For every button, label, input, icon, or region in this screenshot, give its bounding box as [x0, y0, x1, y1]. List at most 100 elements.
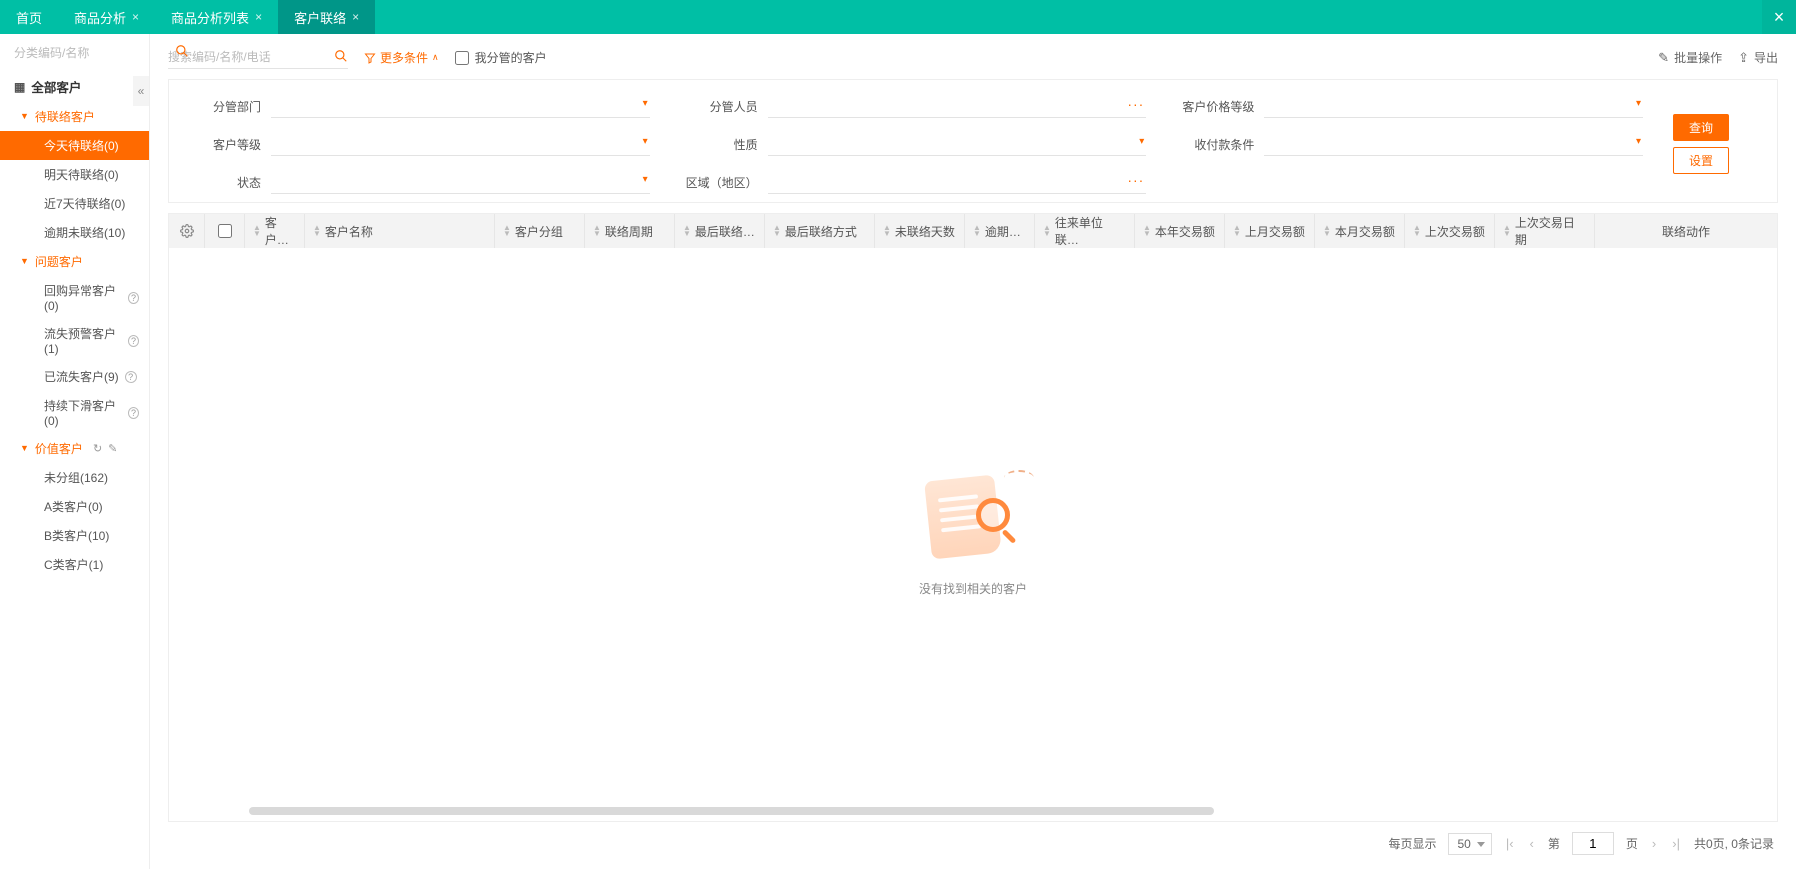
sidebar-item-label: 近7天待联络(0)	[44, 195, 125, 212]
next-page-button[interactable]: ›	[1650, 836, 1658, 851]
tab-home[interactable]: 首页	[0, 0, 58, 34]
sidebar-item-class-a[interactable]: A类客户(0)	[0, 492, 149, 521]
sidebar-item-label: C类客户(1)	[44, 556, 103, 573]
filter-label: 性质	[680, 136, 758, 153]
filter-status-select[interactable]: ▾	[271, 170, 650, 194]
settings-button[interactable]: 设置	[1673, 147, 1729, 174]
column-header[interactable]: ▲▼逾期…	[965, 214, 1035, 248]
category-search-input[interactable]	[14, 46, 169, 60]
my-customers-checkbox[interactable]: 我分管的客户	[455, 49, 547, 66]
prev-page-button[interactable]: ‹	[1528, 836, 1536, 851]
column-header[interactable]: ▲▼最后联络…	[675, 214, 765, 248]
sidebar-item-today-contact[interactable]: 今天待联络(0)	[0, 131, 149, 160]
sidebar-all-customers[interactable]: ▦ 全部客户	[0, 71, 149, 102]
column-header[interactable]: ▲▼最后联络方式	[765, 214, 875, 248]
search-icon[interactable]	[175, 44, 189, 61]
more-conditions-toggle[interactable]: 更多条件 ∧	[364, 49, 439, 66]
sort-icon: ▲▼	[1233, 225, 1241, 237]
edit-icon[interactable]: ✎	[108, 442, 117, 455]
last-page-button[interactable]: ›|	[1670, 836, 1682, 851]
sidebar-item-tomorrow-contact[interactable]: 明天待联络(0)	[0, 160, 149, 189]
filter-dept-select[interactable]: ▾	[271, 94, 650, 118]
filter-label: 分管人员	[680, 98, 758, 115]
close-all-tabs-button[interactable]: ×	[1762, 0, 1796, 34]
batch-action-label: 批量操作	[1674, 49, 1722, 66]
search-icon[interactable]	[334, 49, 348, 66]
tab-product-analysis-list[interactable]: 商品分析列表 ×	[155, 0, 278, 34]
column-header[interactable]: ▲▼本月交易额	[1315, 214, 1405, 248]
select-all-checkbox[interactable]	[205, 214, 245, 248]
sidebar-item-churn-warning[interactable]: 流失预警客户(1)?	[0, 319, 149, 362]
column-header[interactable]: ▲▼ 上月交易额	[1225, 214, 1315, 248]
tab-customer-contact[interactable]: 客户联络 ×	[278, 0, 375, 34]
column-header[interactable]: ▲▼上次交易日期	[1495, 214, 1595, 248]
sidebar-item-declining[interactable]: 持续下滑客户(0)?	[0, 391, 149, 434]
filter-price-level-select[interactable]: ▾	[1264, 94, 1643, 118]
page-prefix: 第	[1548, 835, 1560, 852]
filter-nature-select[interactable]: ▾	[768, 132, 1147, 156]
sidebar-cat-value[interactable]: ▼ 价值客户 ↻ ✎	[0, 434, 149, 463]
close-icon[interactable]: ×	[352, 10, 359, 24]
sidebar-item-churned[interactable]: 已流失客户(9)?	[0, 362, 149, 391]
batch-action-button[interactable]: ✎ 批量操作	[1658, 49, 1722, 66]
column-header-label: 往来单位联…	[1055, 214, 1126, 248]
query-button[interactable]: 查询	[1673, 114, 1729, 141]
sidebar-item-label: 已流失客户(9)	[44, 368, 119, 385]
column-header-label: 上月交易额	[1245, 223, 1305, 240]
per-page-select[interactable]: 50	[1448, 833, 1491, 855]
column-header[interactable]: ▲▼客户分组	[495, 214, 585, 248]
gear-icon	[180, 224, 194, 238]
grid-icon: ▦	[14, 80, 25, 94]
sidebar-cat-problem[interactable]: ▼ 问题客户	[0, 247, 149, 276]
help-icon[interactable]: ?	[128, 407, 139, 419]
sort-icon: ▲▼	[973, 225, 981, 237]
tab-label: 商品分析列表	[171, 8, 249, 27]
sidebar-item-class-b[interactable]: B类客户(10)	[0, 521, 149, 550]
column-header[interactable]: ▲▼客户名称	[305, 214, 495, 248]
column-header[interactable]: ▲▼联络周期	[585, 214, 675, 248]
sidebar-item-class-c[interactable]: C类客户(1)	[0, 550, 149, 579]
column-header-label: 联络周期	[605, 223, 653, 240]
horizontal-scrollbar[interactable]	[249, 807, 1214, 815]
column-header[interactable]: ▲▼客户…	[245, 214, 305, 248]
help-icon[interactable]: ?	[128, 335, 139, 347]
search-input[interactable]	[168, 46, 334, 68]
column-header[interactable]: ▲▼ 往来单位联…	[1035, 214, 1135, 248]
help-icon[interactable]: ?	[128, 292, 139, 304]
my-customers-checkbox-input[interactable]	[455, 51, 469, 65]
sidebar-item-ungrouped[interactable]: 未分组(162)	[0, 463, 149, 492]
column-header-label: 客户…	[265, 214, 296, 248]
export-icon: ⇪	[1738, 50, 1749, 66]
export-button[interactable]: ⇪ 导出	[1738, 49, 1778, 66]
filter-region-picker[interactable]: ···	[768, 170, 1147, 194]
close-icon[interactable]: ×	[132, 10, 139, 24]
refresh-icon[interactable]: ↻	[93, 442, 102, 455]
sidebar-item-repurchase-anomaly[interactable]: 回购异常客户(0)?	[0, 276, 149, 319]
page-input[interactable]	[1572, 832, 1614, 855]
sidebar-item-overdue-contact[interactable]: 逾期未联络(10)	[0, 218, 149, 247]
column-header[interactable]: ▲▼上次交易额	[1405, 214, 1495, 248]
select-all-checkbox-input[interactable]	[218, 224, 232, 238]
pagination: 每页显示 50 |‹ ‹ 第 页 › ›| 共0页, 0条记录	[150, 822, 1796, 869]
caret-down-icon: ▼	[20, 443, 29, 453]
sort-icon: ▲▼	[1043, 225, 1051, 237]
filter-payment-select[interactable]: ▾	[1264, 132, 1643, 156]
sort-icon: ▲▼	[1323, 225, 1331, 237]
chevron-down-icon: ▾	[1139, 136, 1144, 147]
tab-product-analysis[interactable]: 商品分析 ×	[58, 0, 155, 34]
table-header: ▲▼客户… ▲▼客户名称 ▲▼客户分组 ▲▼联络周期 ▲▼最后联络… ▲▼最后联…	[169, 214, 1777, 248]
sidebar-cat-pending[interactable]: ▼ 待联络客户	[0, 102, 149, 131]
column-settings-button[interactable]	[169, 214, 205, 248]
sidebar-collapse-button[interactable]: «	[133, 76, 149, 106]
close-icon[interactable]: ×	[255, 10, 262, 24]
help-icon[interactable]: ?	[125, 371, 137, 383]
chevron-down-icon: ▾	[643, 174, 648, 185]
column-header[interactable]: ▲▼本年交易额	[1135, 214, 1225, 248]
sidebar-item-7day-contact[interactable]: 近7天待联络(0)	[0, 189, 149, 218]
column-header[interactable]: ▲▼未联络天数	[875, 214, 965, 248]
sidebar: « ▦ 全部客户 ▼ 待联络客户 今天待联络(0) 明天待联络(0) 近7天待联…	[0, 34, 150, 869]
filter-cust-level-select[interactable]: ▾	[271, 132, 650, 156]
filter-person-picker[interactable]: ···	[768, 94, 1147, 118]
filter-label: 区域（地区）	[680, 174, 758, 191]
first-page-button[interactable]: |‹	[1504, 836, 1516, 851]
